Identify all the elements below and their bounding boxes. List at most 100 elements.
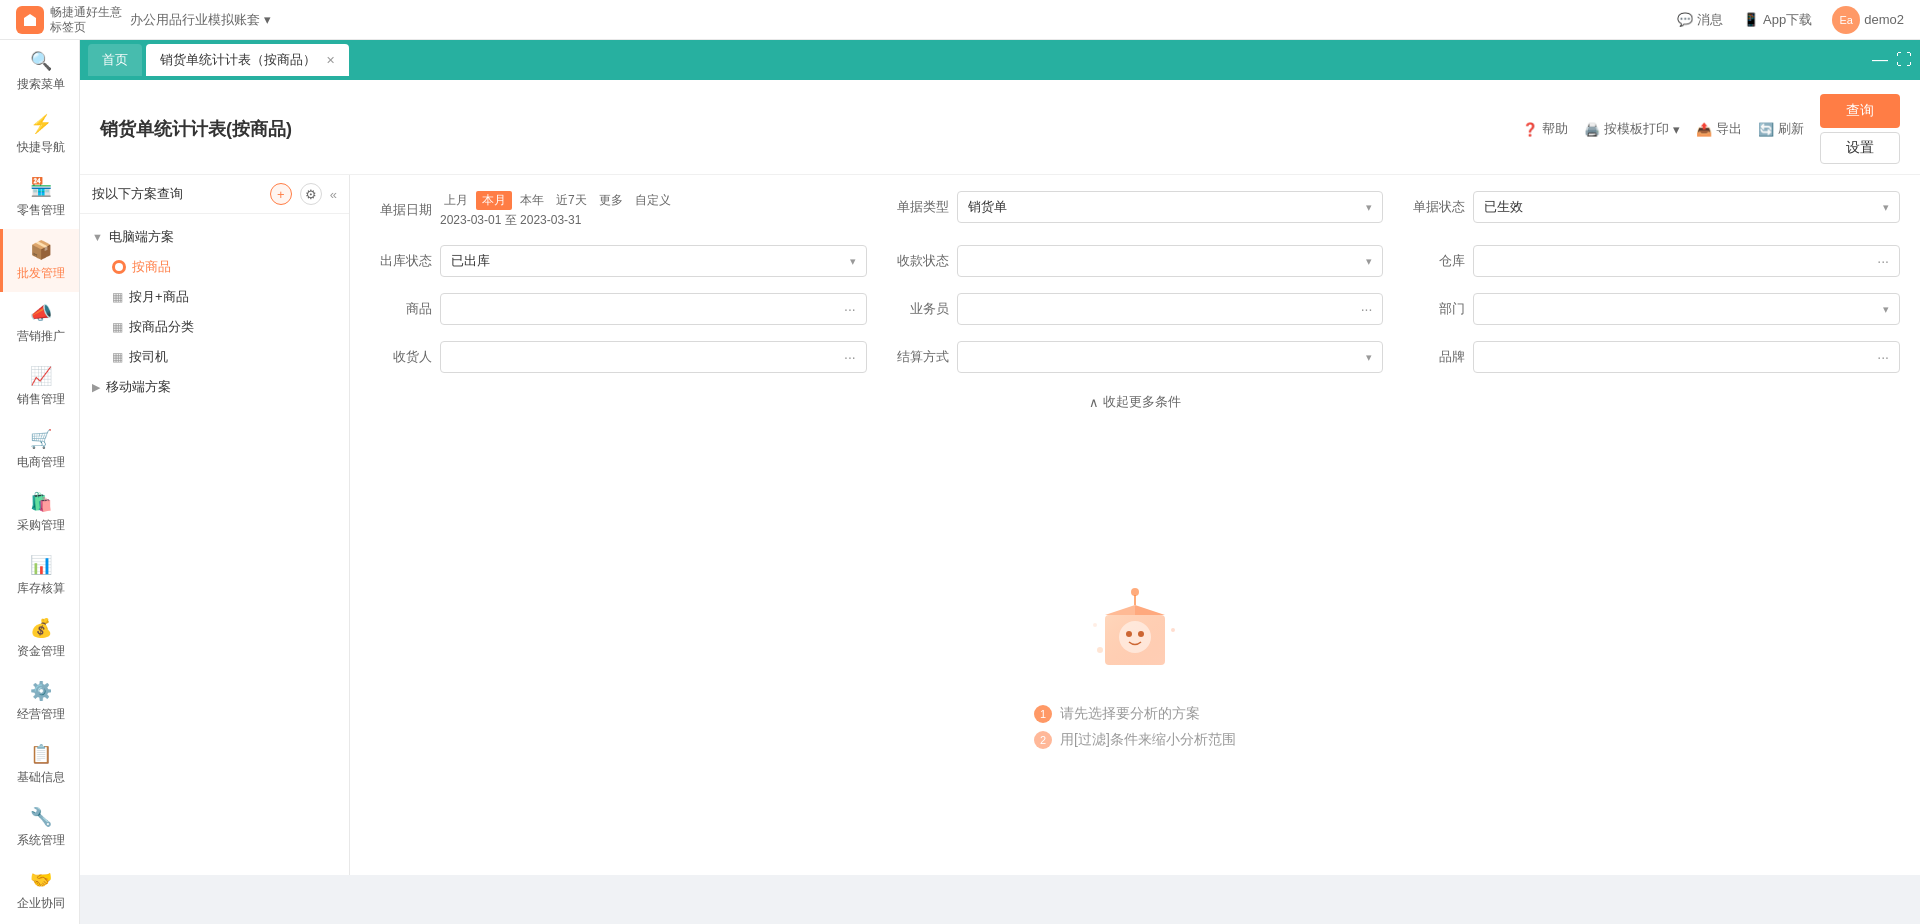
svg-point-10 bbox=[1093, 623, 1097, 627]
sidebar-item-operations[interactable]: ⚙️ 经营管理 bbox=[0, 670, 79, 733]
sidebar-item-system[interactable]: 🔧 系统管理 bbox=[0, 796, 79, 859]
tree-mobile-label: 移动端方案 bbox=[106, 378, 171, 396]
sidebar-item-marketing[interactable]: 📣 营销推广 bbox=[0, 292, 79, 355]
query-button[interactable]: 查询 bbox=[1820, 94, 1900, 128]
refresh-button[interactable]: 🔄 刷新 bbox=[1758, 120, 1804, 138]
filter-doc-type: 单据类型 销货单 ▾ bbox=[887, 191, 1384, 223]
tree-pc-label: 电脑端方案 bbox=[109, 228, 174, 246]
date-tab-more[interactable]: 更多 bbox=[595, 191, 627, 210]
top-bar-left: 畅捷通好生意 标签页 办公用品行业模拟账套 ▾ bbox=[16, 5, 271, 34]
add-plan-button[interactable]: + bbox=[270, 183, 292, 205]
collapse-panel-icon[interactable]: « bbox=[330, 187, 337, 202]
filters-panel: 单据日期 上月 本月 本年 近7天 更多 自定义 bbox=[350, 175, 1920, 439]
settlement-select[interactable]: ▾ bbox=[957, 341, 1384, 373]
split-layout: 按以下方案查询 + ⚙ « ▼ 电脑端方案 bbox=[80, 175, 1920, 875]
search-icon: 🔍 bbox=[30, 50, 52, 72]
brand-select[interactable]: ··· bbox=[1473, 341, 1900, 373]
date-tab-last-month[interactable]: 上月 bbox=[440, 191, 472, 210]
collapse-up-icon: ∧ bbox=[1089, 395, 1099, 410]
step-2-number: 2 bbox=[1034, 731, 1052, 749]
tree-pc-children: 按商品 ▦ 按月+商品 ▦ 按商品分类 bbox=[80, 252, 349, 372]
sidebar-item-quick-nav[interactable]: ⚡ 快捷导航 bbox=[0, 103, 79, 166]
salesperson-select[interactable]: ··· bbox=[957, 293, 1384, 325]
filter-date: 单据日期 上月 本月 本年 近7天 更多 自定义 bbox=[370, 191, 867, 229]
date-tab-custom[interactable]: 自定义 bbox=[631, 191, 675, 210]
setting-plan-button[interactable]: ⚙ bbox=[300, 183, 322, 205]
sidebar-item-enterprise[interactable]: 🤝 企业协同 bbox=[0, 859, 79, 922]
sidebar-item-retail[interactable]: 🏪 零售管理 bbox=[0, 166, 79, 229]
help-button[interactable]: ❓ 帮助 bbox=[1522, 120, 1568, 138]
download-icon: 📱 bbox=[1743, 12, 1759, 27]
tab-home[interactable]: 首页 bbox=[88, 44, 142, 76]
department-arrow-icon: ▾ bbox=[1883, 303, 1889, 316]
warehouse-dots-icon: ··· bbox=[1877, 253, 1889, 269]
tree-arrow-icon: ▼ bbox=[92, 231, 103, 243]
date-tab-this-month[interactable]: 本月 bbox=[476, 191, 512, 210]
filter-recipient: 收货人 ··· bbox=[370, 341, 867, 373]
tree-node-by-product[interactable]: 按商品 bbox=[100, 252, 349, 282]
out-status-select[interactable]: 已出库 ▾ bbox=[440, 245, 867, 277]
payment-status-select[interactable]: ▾ bbox=[957, 245, 1384, 277]
logo-icon bbox=[16, 6, 44, 34]
quick-nav-icon: ⚡ bbox=[30, 113, 52, 135]
tree-node-by-month-product[interactable]: ▦ 按月+商品 bbox=[100, 282, 349, 312]
filter-settlement: 结算方式 ▾ bbox=[887, 341, 1384, 373]
sidebar-item-search[interactable]: 🔍 搜索菜单 bbox=[0, 40, 79, 103]
svg-point-4 bbox=[1126, 631, 1132, 637]
tree-node-by-product-category[interactable]: ▦ 按商品分类 bbox=[100, 312, 349, 342]
company-selector[interactable]: 办公用品行业模拟账套 ▾ bbox=[130, 11, 271, 29]
date-tab-this-year[interactable]: 本年 bbox=[516, 191, 548, 210]
product-dots-icon: ··· bbox=[844, 301, 856, 317]
sidebar-item-finance[interactable]: 💰 资金管理 bbox=[0, 607, 79, 670]
user-menu[interactable]: Ea demo2 bbox=[1832, 6, 1904, 34]
empty-illustration bbox=[1075, 565, 1195, 685]
tree-mobile-solutions[interactable]: ▶ 移动端方案 bbox=[80, 372, 349, 402]
filter-row-1: 单据日期 上月 本月 本年 近7天 更多 自定义 bbox=[370, 191, 1900, 229]
filter-out-status: 出库状态 已出库 ▾ bbox=[370, 245, 867, 277]
sidebar-item-sales[interactable]: 📈 销售管理 bbox=[0, 355, 79, 418]
tab-minimize-icon[interactable]: — bbox=[1872, 51, 1888, 69]
tab-sales-stat[interactable]: 销货单统计计表（按商品） ✕ bbox=[146, 44, 349, 76]
page-title: 销货单统计计表(按商品) bbox=[100, 117, 292, 141]
department-select[interactable]: ▾ bbox=[1473, 293, 1900, 325]
sidebar-item-inventory[interactable]: 📊 库存核算 bbox=[0, 544, 79, 607]
recipient-select[interactable]: ··· bbox=[440, 341, 867, 373]
sidebar-item-ecommerce[interactable]: 🛒 电商管理 bbox=[0, 418, 79, 481]
app-download-button[interactable]: 📱 App下载 bbox=[1743, 11, 1812, 29]
filter-panel-icons: + ⚙ « bbox=[270, 183, 337, 205]
messages-button[interactable]: 💬 消息 bbox=[1677, 11, 1723, 29]
svg-marker-2 bbox=[1135, 605, 1165, 615]
filter-warehouse: 仓库 ··· bbox=[1403, 245, 1900, 277]
date-tabs: 上月 本月 本年 近7天 更多 自定义 bbox=[440, 191, 867, 210]
collapse-button[interactable]: ∧ 收起更多条件 bbox=[1089, 393, 1181, 411]
top-bar: 畅捷通好生意 标签页 办公用品行业模拟账套 ▾ 💬 消息 📱 App下载 Ea … bbox=[0, 0, 1920, 40]
print-button[interactable]: 🖨️ 按模板打印 ▾ bbox=[1584, 120, 1680, 138]
empty-steps: 1 请先选择要分析的方案 2 用[过滤]条件来缩小分析范围 bbox=[1034, 705, 1236, 749]
tab-bar: 首页 销货单统计计表（按商品） ✕ — ⛶ bbox=[80, 40, 1920, 80]
date-tab-7days[interactable]: 近7天 bbox=[552, 191, 591, 210]
tab-maximize-icon[interactable]: ⛶ bbox=[1896, 51, 1912, 69]
export-icon: 📤 bbox=[1696, 122, 1712, 137]
header-actions: ❓ 帮助 🖨️ 按模板打印 ▾ 📤 导出 � bbox=[1522, 94, 1900, 164]
tab-close-icon[interactable]: ✕ bbox=[326, 54, 335, 67]
brand-label: 品牌 bbox=[1403, 348, 1473, 366]
logo-text: 畅捷通好生意 标签页 bbox=[50, 5, 122, 34]
product-select[interactable]: ··· bbox=[440, 293, 867, 325]
tab-bar-actions: — ⛶ bbox=[1872, 51, 1912, 69]
sidebar-item-wholesale[interactable]: 📦 批发管理 bbox=[0, 229, 79, 292]
doc-status-select[interactable]: 已生效 ▾ bbox=[1473, 191, 1900, 223]
sidebar-item-procurement[interactable]: 🛍️ 采购管理 bbox=[0, 481, 79, 544]
warehouse-select[interactable]: ··· bbox=[1473, 245, 1900, 277]
out-status-wrapper: 已出库 ▾ bbox=[440, 245, 867, 277]
retail-icon: 🏪 bbox=[30, 176, 52, 198]
sidebar-item-basic-info[interactable]: 📋 基础信息 bbox=[0, 733, 79, 796]
settings-button[interactable]: 设置 bbox=[1820, 132, 1900, 164]
grid-icon-3: ▦ bbox=[112, 350, 123, 364]
filter-row-2: 出库状态 已出库 ▾ bbox=[370, 245, 1900, 277]
tree-section: ▼ 电脑端方案 按商品 bbox=[80, 214, 349, 410]
filter-salesperson: 业务员 ··· bbox=[887, 293, 1384, 325]
doc-type-select[interactable]: 销货单 ▾ bbox=[957, 191, 1384, 223]
export-button[interactable]: 📤 导出 bbox=[1696, 120, 1742, 138]
tree-node-by-cashier[interactable]: ▦ 按司机 bbox=[100, 342, 349, 372]
tree-pc-solutions[interactable]: ▼ 电脑端方案 bbox=[80, 222, 349, 252]
